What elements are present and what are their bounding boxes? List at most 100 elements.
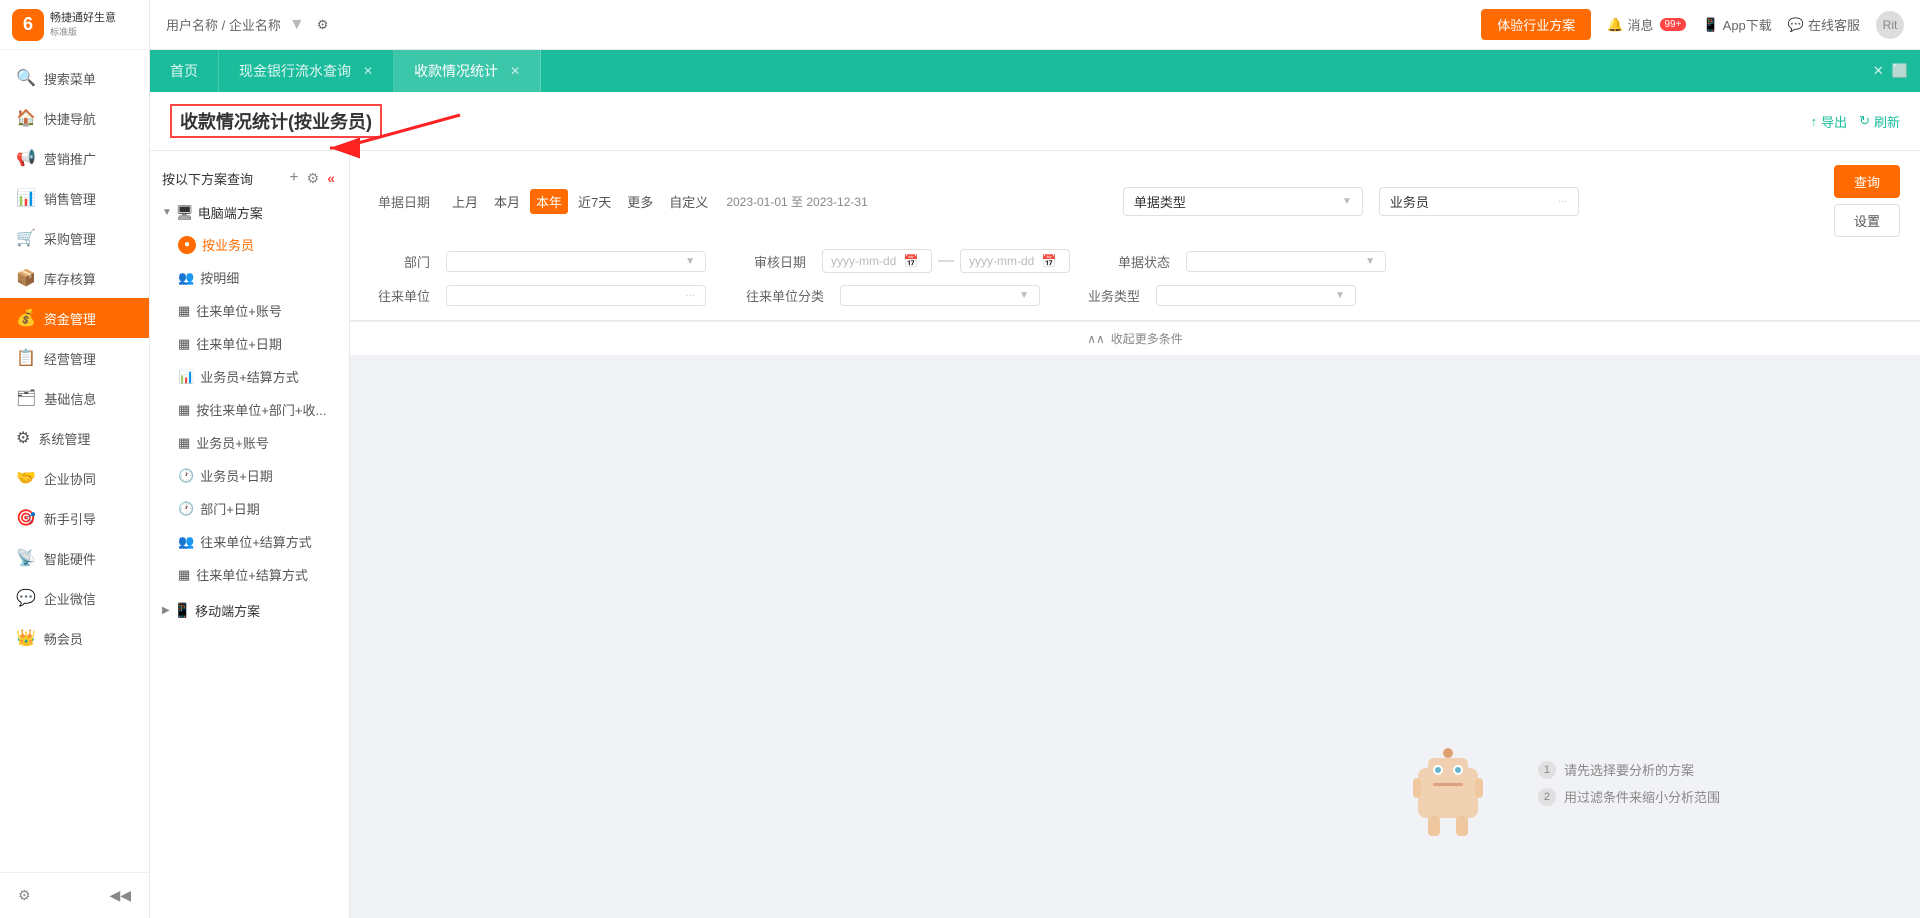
counterparty-cat-select[interactable]: ▼	[840, 285, 1040, 306]
sidebar-item-member[interactable]: 👑 畅会员	[0, 618, 149, 658]
date-label: 单据日期	[370, 192, 430, 211]
sidebar-item-wechat[interactable]: 💬 企业微信	[0, 578, 149, 618]
voucher-status-select[interactable]: ▼	[1186, 251, 1386, 272]
review-date-inputs: yyyy-mm-dd 📅 — yyyy-mm-dd 📅	[822, 249, 1070, 273]
breadcrumb-arrow: ▼	[289, 16, 305, 34]
filter-area: 单据日期 上月 本月 本年 近7天 更多 自定义 2023-01-01 至 20…	[350, 151, 1920, 321]
sales-icon: 📊	[16, 188, 36, 208]
scheme-group-desktop: ▼ 🖥 电脑端方案 ● 按业务员 👥 按明细	[150, 197, 349, 591]
refresh-btn[interactable]: ↻ 刷新	[1859, 112, 1900, 131]
counterparty-label: 往来单位	[370, 286, 430, 305]
date-btn-more[interactable]: 更多	[621, 189, 659, 214]
top-actions: 体验行业方案 🔔 消息 99+ 📱 App下载 💬 在线客服 Rit	[1481, 9, 1904, 40]
sidebar-item-hardware[interactable]: 📡 智能硬件	[0, 538, 149, 578]
mobile-group-arrow: ▶	[162, 605, 170, 616]
user-avatar[interactable]: Rit	[1876, 11, 1904, 39]
page-header: 收款情况统计(按业务员) ↑ 导出 ↻ 刷新	[150, 92, 1920, 151]
sidebar-item-collab[interactable]: 🤝 企业协同	[0, 458, 149, 498]
sidebar-item-system[interactable]: ⚙ 系统管理	[0, 418, 149, 458]
add-scheme-btn[interactable]: +	[287, 167, 300, 189]
sidebar-item-inventory[interactable]: 📦 库存核算	[0, 258, 149, 298]
sidebar-item-nav[interactable]: 🏠 快捷导航	[0, 98, 149, 138]
scheme-group-desktop-header[interactable]: ▼ 🖥 电脑端方案	[150, 197, 349, 228]
review-date-label: 审核日期	[746, 252, 806, 271]
sidebar-item-guide[interactable]: 🎯 新手引导	[0, 498, 149, 538]
scheme-group-mobile-header[interactable]: ▶ 📱 移动端方案	[150, 595, 349, 626]
sidebar-item-finance[interactable]: 💰 资金管理	[0, 298, 149, 338]
date-btn-last-month[interactable]: 上月	[446, 189, 484, 214]
scheme-item-by-salesman[interactable]: ● 按业务员	[150, 228, 349, 261]
scheme-item-dept-date[interactable]: 🕐 部门+日期	[150, 492, 349, 525]
collapse-sidebar-btn[interactable]: ◀◀	[107, 885, 133, 906]
scheme-item-salesman-account[interactable]: ▦ 业务员+账号	[150, 426, 349, 459]
tab-bank-flow-close[interactable]: ✕	[363, 64, 373, 78]
scheme-item-unit-account[interactable]: ▦ 往来单位+账号	[150, 294, 349, 327]
date-btn-this-year[interactable]: 本年	[530, 189, 568, 214]
date-range-display: 2023-01-01 至 2023-12-31	[726, 193, 867, 210]
purchase-icon: 🛒	[16, 228, 36, 248]
empty-tip-1: 1 请先选择要分析的方案	[1538, 760, 1720, 779]
tab-window-btns: ✕ ⬜	[1861, 50, 1920, 92]
voucher-status-label: 单据状态	[1110, 252, 1170, 271]
scheme-item-unit-dept[interactable]: ▦ 按往来单位+部门+收...	[150, 393, 349, 426]
member-icon: 👑	[16, 628, 36, 648]
business-type-select[interactable]: ▼	[1156, 285, 1356, 306]
review-date-to[interactable]: yyyy-mm-dd 📅	[960, 249, 1070, 273]
counterparty-more: ···	[685, 290, 695, 301]
home-icon: 🏠	[16, 108, 36, 128]
sidebar-item-sales[interactable]: 📊 销售管理	[0, 178, 149, 218]
collapse-bar[interactable]: ∧∧ 收起更多条件	[350, 321, 1920, 355]
scheme-item-salesman-settle[interactable]: 📊 业务员+结算方式	[150, 360, 349, 393]
salesman-select[interactable]: 业务员 ···	[1379, 187, 1579, 216]
empty-state-container: 1 请先选择要分析的方案 2 用过滤条件来缩小分析范围	[1398, 728, 1720, 838]
messages-btn[interactable]: 🔔 消息 99+	[1607, 15, 1686, 34]
settings-btn[interactable]: 设置	[1834, 204, 1900, 237]
sidebar-item-basics[interactable]: 🗂 基础信息	[0, 378, 149, 418]
trial-btn[interactable]: 体验行业方案	[1481, 9, 1591, 40]
settings-footer-btn[interactable]: ⚙	[16, 885, 33, 906]
sidebar-nav: 🔍 搜索菜单 🏠 快捷导航 📢 营销推广 📊 销售管理 🛒 采购管理 📦 库存核…	[0, 50, 149, 872]
date-btn-7days[interactable]: 近7天	[572, 189, 617, 214]
filter-row-counterparty: 往来单位 ··· 往来单位分类 ▼ 业务类型 ▼	[370, 285, 1900, 306]
scheme-item-unit-settle2[interactable]: ▦ 往来单位+结算方式	[150, 558, 349, 591]
date-btn-custom[interactable]: 自定义	[663, 189, 714, 214]
scheme-item-detail[interactable]: 👥 按明细	[150, 261, 349, 294]
voucher-type-select[interactable]: 单据类型 ▼	[1123, 187, 1363, 216]
settings-top-btn[interactable]: ⚙	[317, 17, 329, 33]
department-select[interactable]: ▼	[446, 251, 706, 272]
sidebar-item-marketing[interactable]: 📢 营销推广	[0, 138, 149, 178]
tab-bank-flow[interactable]: 现金银行流水查询 ✕	[219, 50, 394, 92]
review-date-from[interactable]: yyyy-mm-dd 📅	[822, 249, 932, 273]
sidebar-item-search[interactable]: 🔍 搜索菜单	[0, 58, 149, 98]
tab-receipt-stats[interactable]: 收款情况统计 ✕	[394, 50, 541, 92]
sidebar-item-operations[interactable]: 📋 经营管理	[0, 338, 149, 378]
counterparty-select[interactable]: ···	[446, 285, 706, 306]
calendar-icon2: 📅	[1042, 254, 1057, 268]
export-btn[interactable]: ↑ 导出	[1811, 112, 1848, 131]
main-area: 用户名称 / 企业名称 ▼ ⚙ 体验行业方案 🔔 消息 99+ 📱 App下载 …	[150, 0, 1920, 918]
business-type-arrow: ▼	[1335, 290, 1345, 301]
wechat-icon: 💬	[16, 588, 36, 608]
page-content: 收款情况统计(按业务员) ↑ 导出 ↻ 刷新 按以下方案查询 +	[150, 92, 1920, 918]
filter-row-dept: 部门 ▼ 审核日期 yyyy-mm-dd 📅 —	[370, 249, 1900, 273]
tab-receipt-stats-close[interactable]: ✕	[510, 64, 520, 78]
sidebar-item-purchase[interactable]: 🛒 采购管理	[0, 218, 149, 258]
page-header-actions: ↑ 导出 ↻ 刷新	[1811, 112, 1900, 131]
query-btn[interactable]: 查询	[1834, 165, 1900, 198]
scheme-item-salesman-date[interactable]: 🕐 业务员+日期	[150, 459, 349, 492]
table-icon2: ▦	[178, 336, 190, 352]
tip-num-1: 1	[1538, 761, 1556, 779]
scheme-item-unit-date[interactable]: ▦ 往来单位+日期	[150, 327, 349, 360]
tab-maximize-btn[interactable]: ⬜	[1892, 63, 1908, 79]
business-type-label: 业务类型	[1080, 286, 1140, 305]
tab-close-btn[interactable]: ✕	[1873, 63, 1884, 79]
tab-home[interactable]: 首页	[150, 50, 219, 92]
online-service-btn[interactable]: 💬 在线客服	[1788, 15, 1860, 34]
date-btn-this-month[interactable]: 本月	[488, 189, 526, 214]
scheme-group-mobile: ▶ 📱 移动端方案	[150, 595, 349, 626]
body-layout: 按以下方案查询 + ⚙ « ▼ 🖥 电脑端方案	[150, 151, 1920, 918]
scheme-settings-btn[interactable]: ⚙	[305, 167, 322, 189]
scheme-item-unit-settle1[interactable]: 👥 往来单位+结算方式	[150, 525, 349, 558]
collapse-panel-btn[interactable]: «	[325, 167, 337, 189]
app-download-btn[interactable]: 📱 App下载	[1702, 15, 1771, 34]
